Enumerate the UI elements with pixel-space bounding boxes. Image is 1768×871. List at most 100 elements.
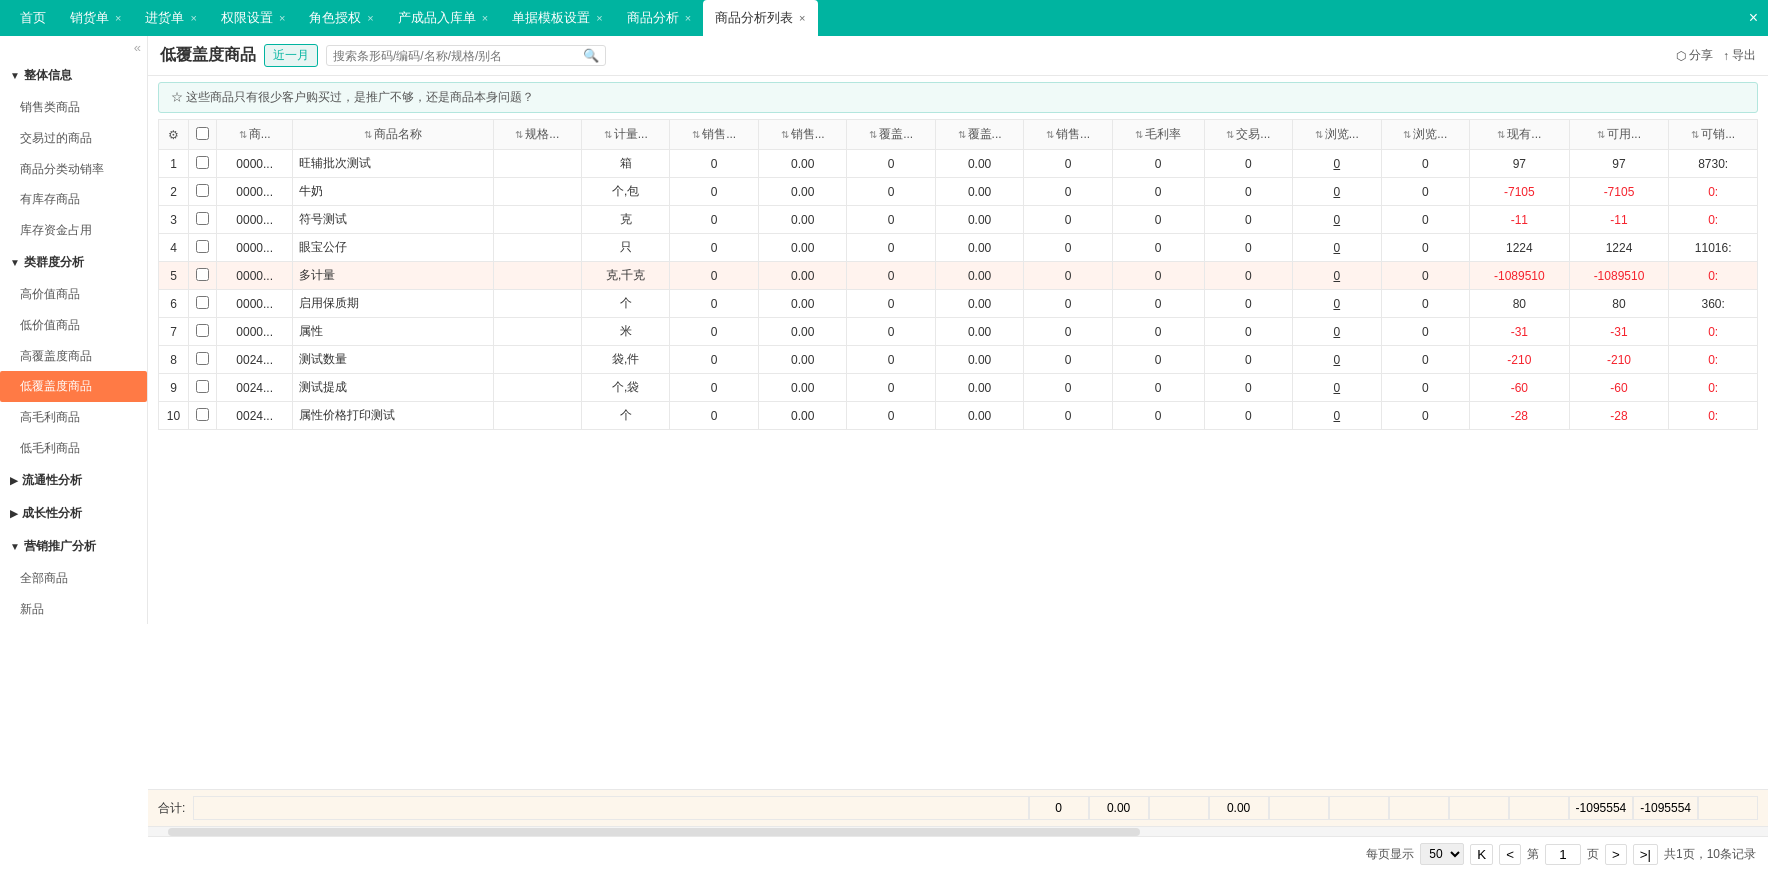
col-sales-qty[interactable]: ⇅销售... [670,120,758,150]
sidebar-item-low-margin[interactable]: 低毛利商品 [0,433,147,464]
close-roles-icon[interactable]: × [367,12,373,24]
row-checkbox[interactable] [196,240,209,253]
col-unit[interactable]: ⇅计量... [582,120,670,150]
col-trade[interactable]: ⇅交易... [1204,120,1292,150]
sidebar-collapse-button[interactable]: « [134,40,141,55]
sidebar-item-low-value[interactable]: 低价值商品 [0,310,147,341]
row-checkbox-cell[interactable] [189,346,217,374]
nav-tab-purchase[interactable]: 进货单 × [133,0,208,36]
select-all-checkbox[interactable] [196,127,209,140]
sidebar-item-low-coverage[interactable]: 低覆盖度商品 [0,371,147,402]
row-browse1[interactable]: 0 [1293,374,1381,402]
row-browse1[interactable]: 0 [1293,346,1381,374]
row-checkbox-cell[interactable] [189,318,217,346]
sidebar-section-growth[interactable]: ▶ 成长性分析 [0,497,147,530]
sidebar-item-category-rate[interactable]: 商品分类动销率 [0,154,147,185]
col-available[interactable]: ⇅可用... [1569,120,1669,150]
row-browse1[interactable]: 0 [1293,402,1381,430]
close-sales-icon[interactable]: × [115,12,121,24]
col-browse2[interactable]: ⇅浏览... [1381,120,1469,150]
close-analysis-list-icon[interactable]: × [799,12,805,24]
col-saleable[interactable]: ⇅可销... [1669,120,1758,150]
row-checkbox-cell[interactable] [189,234,217,262]
col-checkbox[interactable] [189,120,217,150]
sidebar-section-overall[interactable]: ▼ 整体信息 [0,59,147,92]
col-cover2[interactable]: ⇅覆盖... [935,120,1023,150]
col-name[interactable]: ⇅商品名称 [293,120,493,150]
horizontal-scrollbar[interactable] [148,826,1768,836]
nav-tab-templates[interactable]: 单据模板设置 × [500,0,614,36]
search-input[interactable] [333,49,583,63]
nav-tab-permissions[interactable]: 权限设置 × [209,0,297,36]
sidebar-item-high-coverage[interactable]: 高覆盖度商品 [0,341,147,372]
row-checkbox[interactable] [196,296,209,309]
row-checkbox[interactable] [196,156,209,169]
row-browse1[interactable]: 0 [1293,318,1381,346]
col-margin[interactable]: ⇅毛利率 [1112,120,1204,150]
col-code[interactable]: ⇅商... [217,120,293,150]
row-checkbox[interactable] [196,268,209,281]
col-sales3[interactable]: ⇅销售... [1024,120,1112,150]
close-permissions-icon[interactable]: × [279,12,285,24]
nav-tab-home[interactable]: 首页 [8,0,58,36]
sidebar-item-stock-capital[interactable]: 库存资金占用 [0,215,147,246]
col-current[interactable]: ⇅现有... [1470,120,1570,150]
row-browse1[interactable]: 0 [1293,178,1381,206]
row-checkbox[interactable] [196,324,209,337]
last-page-button[interactable]: >| [1633,844,1658,865]
row-checkbox-cell[interactable] [189,262,217,290]
row-checkbox-cell[interactable] [189,374,217,402]
row-checkbox-cell[interactable] [189,290,217,318]
col-sales-amt[interactable]: ⇅销售... [758,120,846,150]
row-checkbox[interactable] [196,380,209,393]
row-checkbox-cell[interactable] [189,402,217,430]
nav-tab-analysis-list[interactable]: 商品分析列表 × [703,0,817,36]
row-checkbox-cell[interactable] [189,206,217,234]
close-analysis-icon[interactable]: × [685,12,691,24]
sidebar-item-traded-goods[interactable]: 交易过的商品 [0,123,147,154]
row-checkbox[interactable] [196,408,209,421]
row-browse1[interactable]: 0 [1293,290,1381,318]
nav-tab-sales[interactable]: 销货单 × [58,0,133,36]
table-container[interactable]: ⚙ ⇅商... ⇅商品名称 ⇅规格... ⇅计量... ⇅销售... ⇅销售..… [158,119,1758,789]
row-checkbox-cell[interactable] [189,150,217,178]
col-browse1[interactable]: ⇅浏览... [1293,120,1381,150]
row-browse1[interactable]: 0 [1293,150,1381,178]
row-browse1[interactable]: 0 [1293,262,1381,290]
close-purchase-icon[interactable]: × [190,12,196,24]
close-templates-icon[interactable]: × [596,12,602,24]
share-button[interactable]: ⬡ 分享 [1676,47,1713,64]
row-checkbox[interactable] [196,212,209,225]
export-button[interactable]: ↑ 导出 [1723,47,1756,64]
col-spec[interactable]: ⇅规格... [493,120,581,150]
first-page-button[interactable]: K [1470,844,1493,865]
page-input[interactable] [1545,844,1581,865]
close-all-button[interactable]: × [1749,9,1758,27]
row-checkbox[interactable] [196,184,209,197]
row-browse1[interactable]: 0 [1293,234,1381,262]
nav-tab-roles[interactable]: 角色授权 × [297,0,385,36]
sidebar-section-cluster[interactable]: ▼ 类群度分析 [0,246,147,279]
sidebar-section-flow[interactable]: ▶ 流通性分析 [0,464,147,497]
per-page-select[interactable]: 50 [1420,843,1464,865]
nav-tab-analysis[interactable]: 商品分析 × [615,0,703,36]
row-checkbox[interactable] [196,352,209,365]
sidebar-item-sales-goods[interactable]: 销售类商品 [0,92,147,123]
sidebar-section-marketing[interactable]: ▼ 营销推广分析 [0,530,147,563]
sidebar-item-high-margin[interactable]: 高毛利商品 [0,402,147,433]
footer-browse1 [1449,796,1509,820]
col-settings[interactable]: ⚙ [159,120,189,150]
sidebar-item-stocked-goods[interactable]: 有库存商品 [0,184,147,215]
sidebar-item-new-goods[interactable]: 新品 [0,594,147,625]
date-filter-button[interactable]: 近一月 [264,44,318,67]
sidebar-item-high-value[interactable]: 高价值商品 [0,279,147,310]
scrollbar-thumb[interactable] [168,828,1140,836]
row-checkbox-cell[interactable] [189,178,217,206]
col-cover1[interactable]: ⇅覆盖... [847,120,935,150]
nav-tab-production[interactable]: 产成品入库单 × [386,0,500,36]
next-page-button[interactable]: > [1605,844,1627,865]
prev-page-button[interactable]: < [1499,844,1521,865]
row-browse1[interactable]: 0 [1293,206,1381,234]
close-production-icon[interactable]: × [482,12,488,24]
sidebar-item-all-goods[interactable]: 全部商品 [0,563,147,594]
